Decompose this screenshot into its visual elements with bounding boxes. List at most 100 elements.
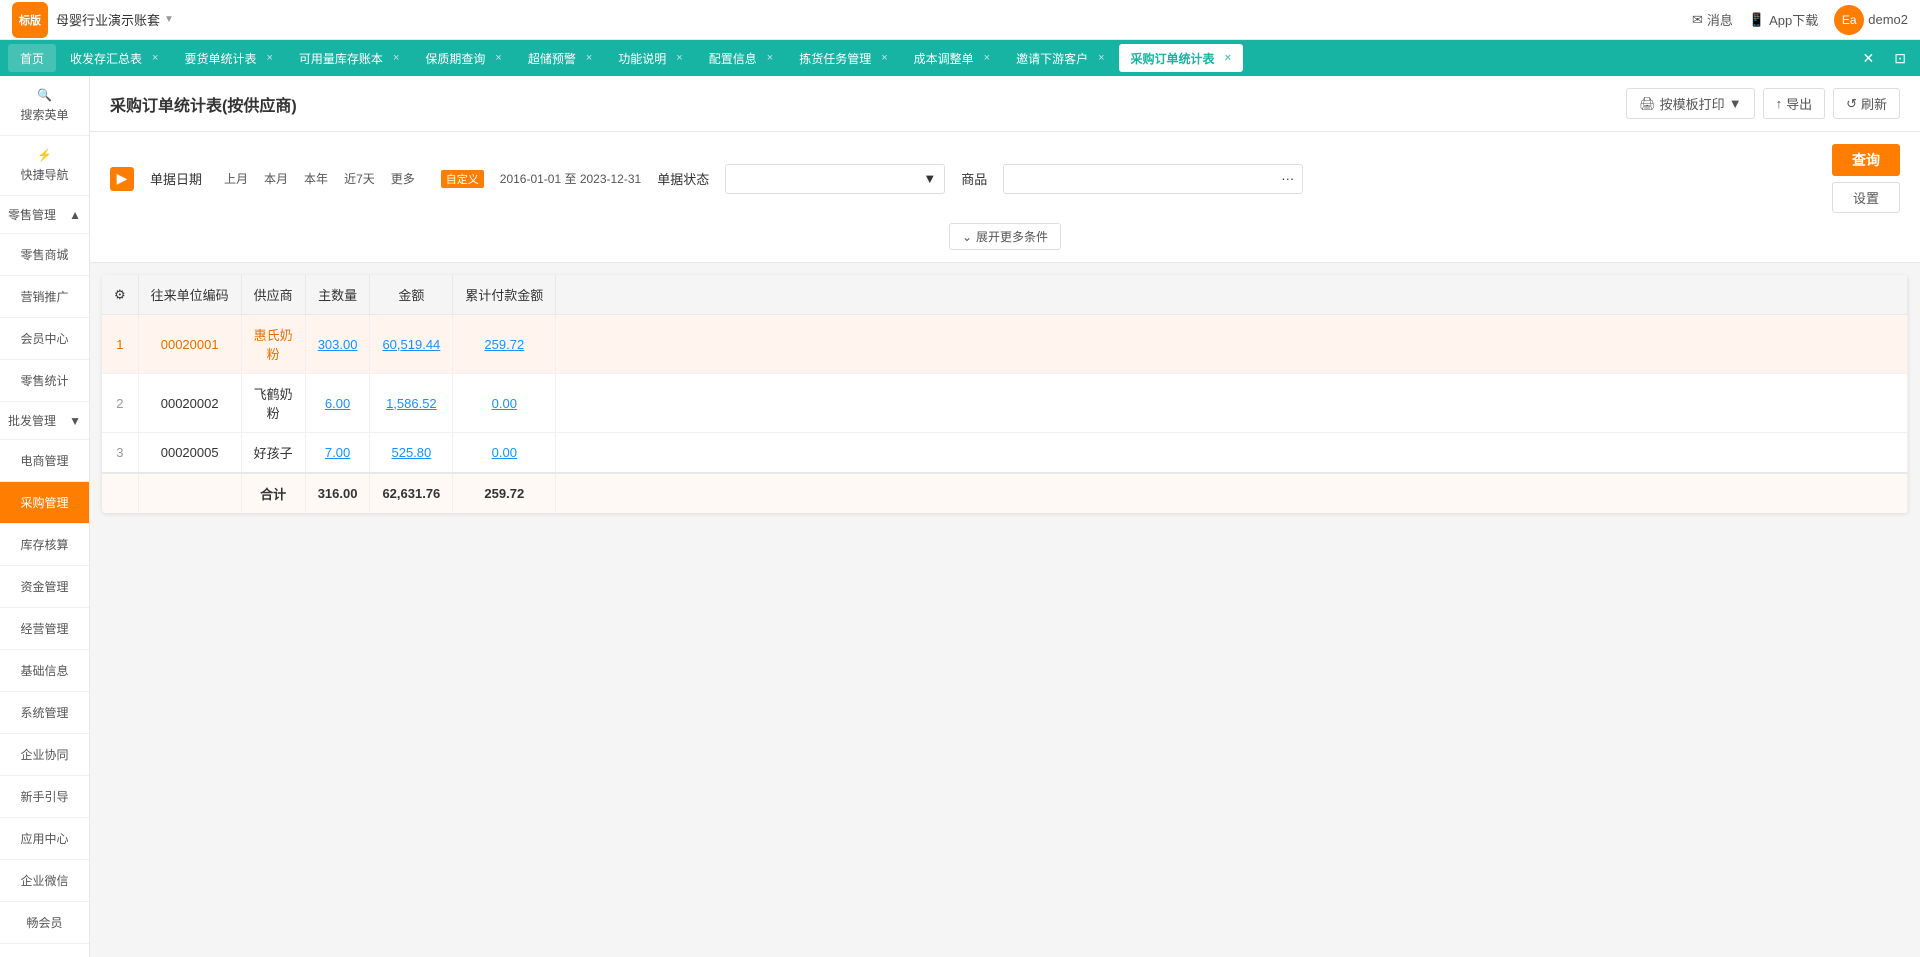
tab-caigou-active[interactable]: 采购订单统计表 ×	[1119, 44, 1243, 72]
row-index-1: 1	[102, 315, 138, 374]
tab-peizhixinxi[interactable]: 配置信息 ×	[697, 44, 785, 72]
status-select[interactable]: ▼	[725, 164, 945, 194]
data-table: ⚙ 往来单位编码 供应商 主数量 金额 累计付款金额 1 00020001 惠氏…	[102, 275, 1908, 513]
sidebar-item-basic-info[interactable]: 基础信息	[0, 650, 89, 692]
app-download-button[interactable]: 📱 App下载	[1749, 10, 1818, 29]
sidebar-item-finance[interactable]: 资金管理	[0, 566, 89, 608]
sidebar-item-vip[interactable]: 畅会员	[0, 902, 89, 944]
row-qty-2[interactable]: 6.00	[305, 374, 370, 433]
sidebar-item-system[interactable]: 系统管理	[0, 692, 89, 734]
sidebar-item-wechat[interactable]: 企业微信	[0, 860, 89, 902]
query-button[interactable]: 查询	[1832, 144, 1900, 176]
footer-empty-2	[138, 473, 241, 513]
row-qty-1[interactable]: 303.00	[305, 315, 370, 374]
close-icon[interactable]: ×	[1225, 52, 1231, 64]
close-icon[interactable]: ×	[676, 52, 682, 64]
row-supplier-1: 惠氏奶粉	[241, 315, 305, 374]
row-qty-3[interactable]: 7.00	[305, 433, 370, 474]
sidebar-item-app-center[interactable]: 应用中心	[0, 818, 89, 860]
refresh-button[interactable]: ↺ 刷新	[1833, 88, 1900, 119]
status-label: 单据状态	[657, 169, 709, 188]
sidebar-item-inventory[interactable]: 库存核算	[0, 524, 89, 566]
sidebar-item-retail-mall[interactable]: 零售商城	[0, 234, 89, 276]
sidebar-item-marketing[interactable]: 营销推广	[0, 276, 89, 318]
sidebar-item-purchase[interactable]: 采购管理	[0, 482, 89, 524]
sidebar-item-retail-stats[interactable]: 零售统计	[0, 360, 89, 402]
row-amount-1[interactable]: 60,519.44	[370, 315, 453, 374]
export-icon: ↑	[1776, 96, 1783, 111]
row-extra-2	[556, 374, 1908, 433]
row-supplier-2: 飞鹤奶粉	[241, 374, 305, 433]
tab-gongneng[interactable]: 功能说明 ×	[606, 44, 694, 72]
close-icon[interactable]: ×	[393, 52, 399, 64]
close-icon[interactable]: ×	[586, 52, 592, 64]
close-icon[interactable]: ×	[495, 52, 501, 64]
col-paid: 累计付款金额	[453, 275, 556, 315]
row-amount-2[interactable]: 1,586.52	[370, 374, 453, 433]
row-code-2: 00020002	[138, 374, 241, 433]
tab-baozhi[interactable]: 保质期查询 ×	[413, 44, 513, 72]
sidebar-item-wholesale[interactable]: 批发管理 ▼	[0, 402, 89, 440]
sidebar-item-newbie[interactable]: 新手引导	[0, 776, 89, 818]
refresh-icon: ↺	[1846, 96, 1857, 112]
filter-toggle-button[interactable]: ▶	[110, 167, 134, 191]
last-month-shortcut[interactable]: 上月	[218, 168, 254, 189]
filter-actions: 查询 设置	[1832, 144, 1900, 213]
tab-home[interactable]: 首页	[8, 44, 56, 72]
tab-chengben[interactable]: 成本调整单 ×	[902, 44, 1002, 72]
this-year-shortcut[interactable]: 本年	[298, 168, 334, 189]
template-print-button[interactable]: 🖨 按模板打印 ▼	[1626, 88, 1754, 119]
more-icon[interactable]: ···	[1281, 171, 1294, 186]
row-extra-1	[556, 315, 1908, 374]
tab-jianhuo[interactable]: 拣货任务管理 ×	[787, 44, 899, 72]
close-icon[interactable]: ×	[152, 52, 158, 64]
sidebar-item-enterprise-collab[interactable]: 企业协同	[0, 734, 89, 776]
this-month-shortcut[interactable]: 本月	[258, 168, 294, 189]
settings-button[interactable]: 设置	[1832, 182, 1900, 213]
expand-more-button[interactable]: ⌄ 展开更多条件	[949, 223, 1061, 250]
col-code: 往来单位编码	[138, 275, 241, 315]
filter-row: ▶ 单据日期 上月 本月 本年 近7天 更多 自定义 2016-01-01 至 …	[110, 144, 1900, 213]
sidebar-item-members[interactable]: 会员中心	[0, 318, 89, 360]
avatar: Ea	[1834, 5, 1864, 35]
export-button[interactable]: ↑ 导出	[1763, 88, 1826, 119]
sidebar-item-ecommerce[interactable]: 电商管理	[0, 440, 89, 482]
col-settings[interactable]: ⚙	[102, 275, 138, 315]
sidebar-item-retail-mgmt[interactable]: 零售管理 ▲	[0, 196, 89, 234]
sidebar-item-nav[interactable]: ⚡ 快捷导航	[0, 136, 89, 196]
close-icon[interactable]: ×	[767, 52, 773, 64]
close-window-icon[interactable]: ✕	[1857, 48, 1881, 69]
tab-yaohuo[interactable]: 要货单统计表 ×	[172, 44, 284, 72]
goods-input[interactable]: ···	[1003, 164, 1303, 194]
table-area: ⚙ 往来单位编码 供应商 主数量 金额 累计付款金额 1 00020001 惠氏…	[102, 275, 1908, 513]
close-icon[interactable]: ×	[984, 52, 990, 64]
main-layout: 🔍 搜索英单 ⚡ 快捷导航 零售管理 ▲ 零售商城 营销推广 会员中心 零售统计…	[0, 76, 1920, 957]
tab-keyongliang[interactable]: 可用量库存账本 ×	[287, 44, 411, 72]
user-area[interactable]: Ea demo2	[1834, 5, 1908, 35]
top-right-area: ✉ 消息 📱 App下载 Ea demo2	[1692, 5, 1908, 35]
message-button[interactable]: ✉ 消息	[1692, 10, 1733, 29]
row-paid-2[interactable]: 0.00	[453, 374, 556, 433]
row-paid-3[interactable]: 0.00	[453, 433, 556, 474]
col-extra	[556, 275, 1908, 315]
table-footer-row: 合计 316.00 62,631.76 259.72	[102, 473, 1908, 513]
maximize-icon[interactable]: ⊡	[1888, 48, 1912, 69]
workspace-selector[interactable]: 母婴行业演示账套 ▼	[56, 10, 174, 29]
close-icon[interactable]: ×	[881, 52, 887, 64]
row-paid-1[interactable]: 259.72	[453, 315, 556, 374]
sidebar-item-operations[interactable]: 经营管理	[0, 608, 89, 650]
search-icon: 🔍	[37, 88, 52, 102]
date-range-display[interactable]: 2016-01-01 至 2023-12-31	[500, 170, 641, 187]
logo-icon: 标版	[12, 2, 48, 38]
row-amount-3[interactable]: 525.80	[370, 433, 453, 474]
close-icon[interactable]: ×	[266, 52, 272, 64]
sidebar-item-search[interactable]: 🔍 搜索英单	[0, 76, 89, 136]
tab-chaochu[interactable]: 超储预警 ×	[516, 44, 604, 72]
row-index-3: 3	[102, 433, 138, 474]
last-7-days-shortcut[interactable]: 近7天	[338, 168, 381, 189]
footer-extra	[556, 473, 1908, 513]
tab-shofazun[interactable]: 收发存汇总表 ×	[58, 44, 170, 72]
more-shortcut[interactable]: 更多	[385, 168, 421, 189]
close-icon[interactable]: ×	[1098, 52, 1104, 64]
tab-yaoqing[interactable]: 邀请下游客户 ×	[1004, 44, 1116, 72]
